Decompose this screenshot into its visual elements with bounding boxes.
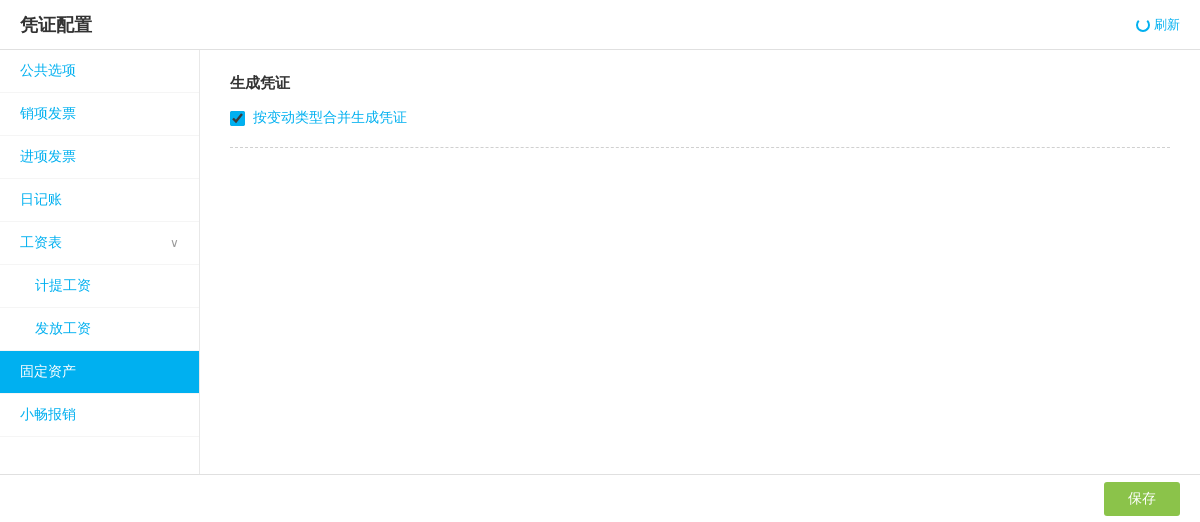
chevron-down-icon: ∨ [170, 236, 179, 250]
sidebar-item-sales-invoice[interactable]: 销项发票 [0, 93, 199, 136]
sidebar-item-label: 销项发票 [20, 105, 76, 123]
sidebar-item-label: 工资表 [20, 234, 62, 252]
sidebar-item-label: 小畅报销 [20, 406, 76, 424]
sidebar-item-payroll[interactable]: 工资表 ∨ [0, 222, 199, 265]
sidebar-item-label: 进项发票 [20, 148, 76, 166]
refresh-label: 刷新 [1154, 16, 1180, 34]
sidebar-item-pay-salary[interactable]: 发放工资 [0, 308, 199, 351]
merge-voucher-checkbox[interactable] [230, 111, 245, 126]
main-panel: 生成凭证 按变动类型合并生成凭证 [200, 50, 1200, 474]
footer-bar: 保存 [0, 474, 1200, 522]
sidebar-item-label: 发放工资 [35, 320, 91, 338]
sidebar-item-public[interactable]: 公共选项 [0, 50, 199, 93]
sidebar-item-label: 计提工资 [35, 277, 91, 295]
sidebar-item-label: 公共选项 [20, 62, 76, 80]
sidebar-item-journal[interactable]: 日记账 [0, 179, 199, 222]
sidebar-item-fixed-assets[interactable]: 固定资产 [0, 351, 199, 394]
content-area: 公共选项销项发票进项发票日记账工资表 ∨ 计提工资发放工资固定资产小畅报销 生成凭证… [0, 50, 1200, 474]
sidebar-item-label: 日记账 [20, 191, 62, 209]
save-button[interactable]: 保存 [1104, 482, 1180, 516]
sidebar-item-petty-expense[interactable]: 小畅报销 [0, 394, 199, 437]
merge-voucher-row: 按变动类型合并生成凭证 [230, 109, 1170, 127]
sidebar-item-label: 固定资产 [20, 363, 76, 381]
page-title: 凭证配置 [20, 13, 92, 37]
app-header: 凭证配置 刷新 [0, 0, 1200, 50]
section-divider [230, 147, 1170, 148]
section-title: 生成凭证 [230, 74, 1170, 93]
merge-voucher-label[interactable]: 按变动类型合并生成凭证 [253, 109, 407, 127]
refresh-icon [1136, 18, 1150, 32]
sidebar: 公共选项销项发票进项发票日记账工资表 ∨ 计提工资发放工资固定资产小畅报销 [0, 50, 200, 474]
refresh-button[interactable]: 刷新 [1136, 16, 1180, 34]
sidebar-item-purchase-invoice[interactable]: 进项发票 [0, 136, 199, 179]
sidebar-item-accrued-salary[interactable]: 计提工资 [0, 265, 199, 308]
